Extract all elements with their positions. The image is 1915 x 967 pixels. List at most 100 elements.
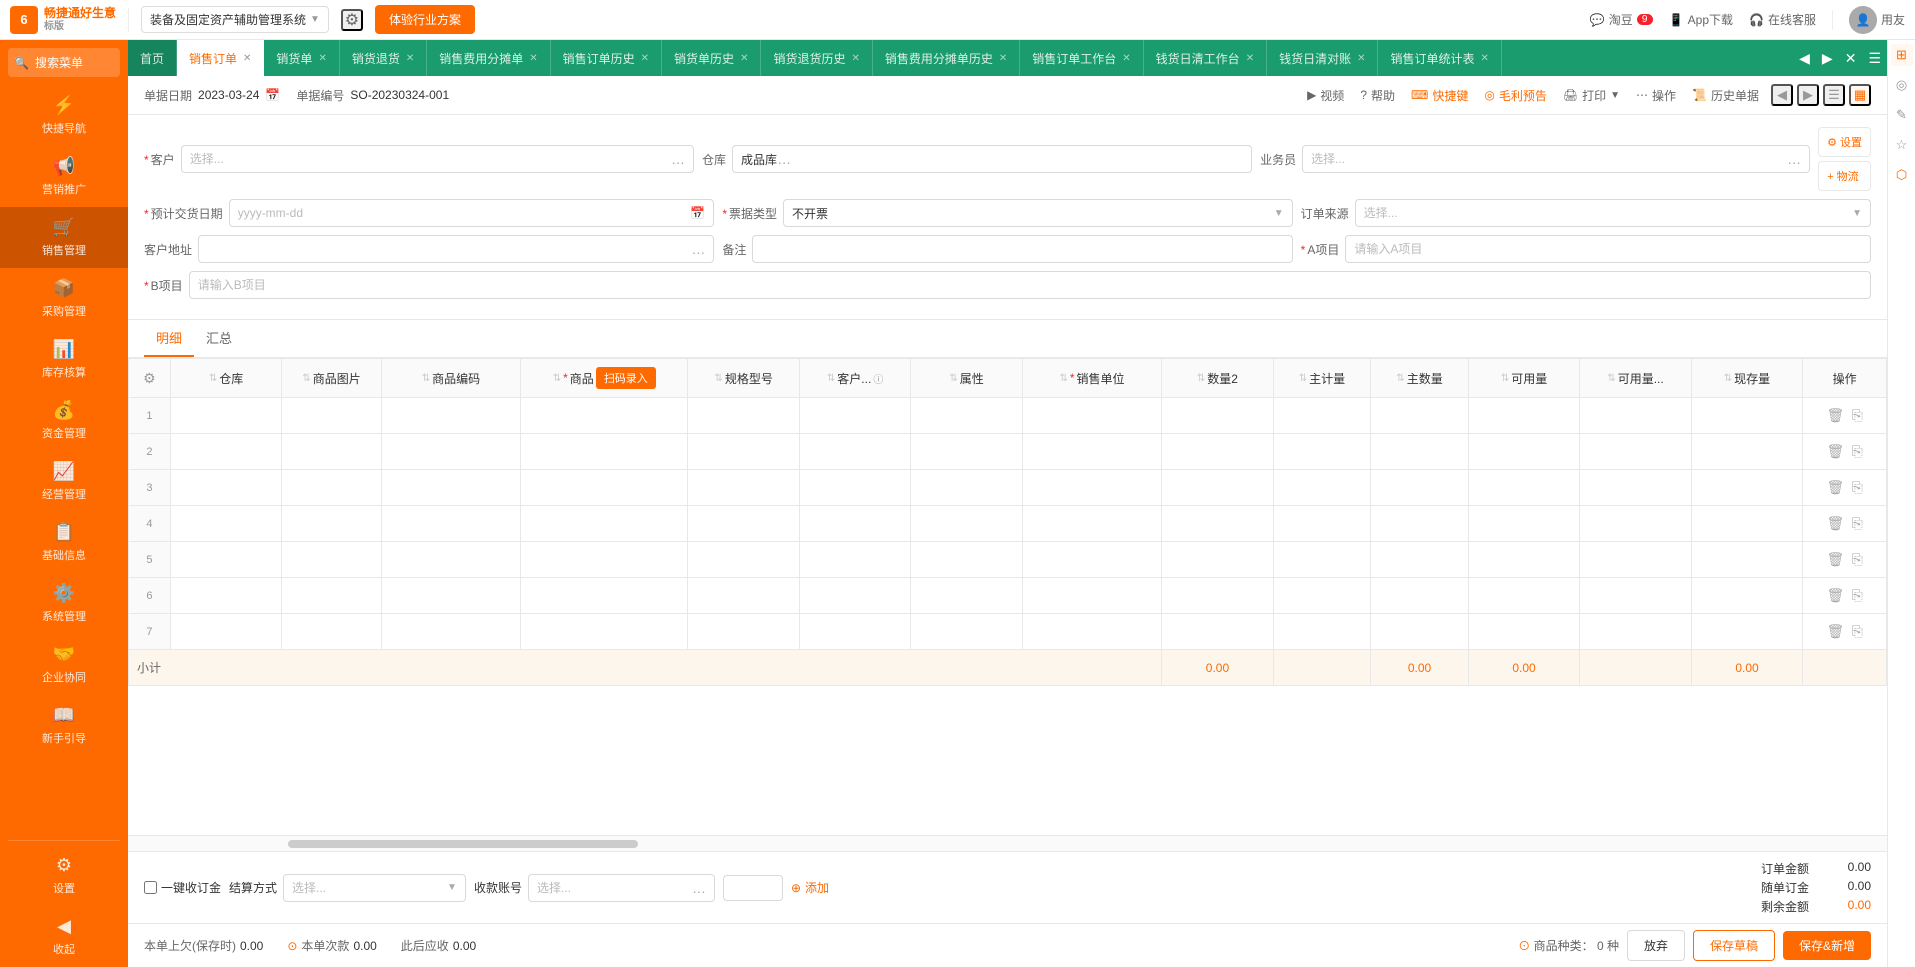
message-center[interactable]: 💬 淘豆 9	[1590, 11, 1653, 28]
delete-row-2-button[interactable]: 🗑	[1824, 441, 1846, 462]
cell-code-1[interactable]	[381, 398, 520, 434]
user-menu[interactable]: 👤 用友	[1849, 6, 1905, 34]
cell-main-unit-2[interactable]	[1273, 434, 1371, 470]
prev-record-button[interactable]: ◀	[1771, 84, 1793, 106]
cell-avail-7[interactable]	[1468, 614, 1579, 650]
cell-image-4[interactable]	[282, 506, 382, 542]
view-toggle-form-button[interactable]: ▦	[1849, 84, 1871, 106]
cell-avail2-7[interactable]	[1580, 614, 1691, 650]
tab-close-sales-invoice[interactable]: ✕	[318, 53, 326, 64]
cell-spec-7[interactable]	[688, 614, 799, 650]
copy-row-7-button[interactable]: ⎘	[1850, 621, 1865, 642]
col-main-qty[interactable]: ⇅主数量	[1371, 359, 1469, 398]
tab-close-sales-fee[interactable]: ✕	[529, 53, 537, 64]
sidebar-item-system[interactable]: ⚙️ 系统管理	[0, 573, 128, 634]
cell-unit-2[interactable]	[1022, 434, 1161, 470]
cell-qty2-4[interactable]	[1162, 506, 1273, 542]
salesperson-more-icon[interactable]: …	[1787, 151, 1801, 167]
sidebar-item-basic[interactable]: 📋 基础信息	[0, 512, 128, 573]
tab-home[interactable]: 首页	[128, 40, 177, 76]
account-input[interactable]	[537, 881, 692, 895]
tab-close-current-button[interactable]: ✕	[1839, 50, 1863, 67]
tab-sales-order[interactable]: 销售订单 ✕	[177, 40, 264, 76]
solution-button[interactable]: 体验行业方案	[375, 5, 475, 34]
invoice-type-select[interactable]: 不开票 ▼	[783, 199, 1293, 227]
cell-avail2-1[interactable]	[1580, 398, 1691, 434]
cell-product-3[interactable]	[521, 470, 688, 506]
cell-attr-4[interactable]	[911, 506, 1022, 542]
cell-customer-6[interactable]	[799, 578, 910, 614]
cell-image-2[interactable]	[282, 434, 382, 470]
customer-address-text-input[interactable]	[207, 242, 691, 256]
cell-current-7[interactable]	[1691, 614, 1802, 650]
tab-sales-fee[interactable]: 销售费用分摊单 ✕	[427, 40, 550, 76]
payment-method-input[interactable]	[292, 881, 447, 895]
cell-customer-3[interactable]	[799, 470, 910, 506]
tab-close-cash-daily[interactable]: ✕	[1246, 53, 1254, 64]
history-button[interactable]: 📜 历史单据	[1688, 85, 1763, 106]
col-warehouse[interactable]: ⇅仓库	[170, 359, 281, 398]
cell-customer-1[interactable]	[799, 398, 910, 434]
sidebar-item-capital[interactable]: 💰 资金管理	[0, 390, 128, 451]
order-source-text-input[interactable]	[1364, 206, 1852, 220]
tab-summary[interactable]: 汇总	[194, 320, 244, 357]
tab-menu-button[interactable]: ☰	[1862, 50, 1887, 67]
cell-avail-6[interactable]	[1468, 578, 1579, 614]
settings-panel-button[interactable]: ⚙ 设置	[1818, 127, 1871, 157]
b-project-text-input[interactable]	[198, 278, 1862, 292]
sidebar-item-settings[interactable]: ⚙ 设置	[0, 845, 128, 906]
copy-row-1-button[interactable]: ⎘	[1850, 405, 1865, 426]
cell-avail2-5[interactable]	[1580, 542, 1691, 578]
sidebar-item-inventory[interactable]: 📊 库存核算	[0, 329, 128, 390]
cell-customer-7[interactable]	[799, 614, 910, 650]
cell-product-1[interactable]	[521, 398, 688, 434]
delete-row-4-button[interactable]: 🗑	[1824, 513, 1846, 534]
cell-spec-1[interactable]	[688, 398, 799, 434]
cell-image-6[interactable]	[282, 578, 382, 614]
right-tool-4[interactable]: ☆	[1891, 134, 1913, 156]
payment-amount-input[interactable]: 0.00	[723, 875, 783, 901]
col-avail-qty2[interactable]: ⇅可用量...	[1580, 359, 1691, 398]
cell-code-6[interactable]	[381, 578, 520, 614]
tab-sales-workbench[interactable]: 销售订单工作台 ✕	[1020, 40, 1143, 76]
cell-avail-3[interactable]	[1468, 470, 1579, 506]
cell-qty2-6[interactable]	[1162, 578, 1273, 614]
cell-unit-7[interactable]	[1022, 614, 1161, 650]
copy-row-4-button[interactable]: ⎘	[1850, 513, 1865, 534]
sidebar-item-guide[interactable]: 📖 新手引导	[0, 695, 128, 756]
cell-warehouse-2[interactable]	[170, 434, 281, 470]
tab-close-sales-order[interactable]: ✕	[243, 53, 251, 64]
scan-entry-button[interactable]: 扫码录入	[596, 367, 656, 389]
copy-row-6-button[interactable]: ⎘	[1850, 585, 1865, 606]
account-more-icon[interactable]: …	[692, 880, 706, 896]
cell-qty2-1[interactable]	[1162, 398, 1273, 434]
sidebar-item-operations[interactable]: 📈 经营管理	[0, 451, 128, 512]
shortcut-button[interactable]: ⌨ 快捷键	[1407, 85, 1472, 106]
cell-avail-1[interactable]	[1468, 398, 1579, 434]
cell-spec-3[interactable]	[688, 470, 799, 506]
cell-warehouse-7[interactable]	[170, 614, 281, 650]
cell-unit-3[interactable]	[1022, 470, 1161, 506]
cell-attr-1[interactable]	[911, 398, 1022, 434]
tab-prev-button[interactable]: ◀	[1793, 50, 1816, 67]
col-product-code[interactable]: ⇅商品编码	[381, 359, 520, 398]
cell-avail2-6[interactable]	[1580, 578, 1691, 614]
cell-qty2-3[interactable]	[1162, 470, 1273, 506]
col-avail-qty[interactable]: ⇅可用量	[1468, 359, 1579, 398]
delete-row-1-button[interactable]: 🗑	[1824, 405, 1846, 426]
cell-unit-6[interactable]	[1022, 578, 1161, 614]
delete-row-7-button[interactable]: 🗑	[1824, 621, 1846, 642]
payment-method-select[interactable]: ▼	[283, 874, 466, 902]
save-draft-button[interactable]: 保存草稿	[1693, 930, 1775, 961]
cell-attr-3[interactable]	[911, 470, 1022, 506]
quick-checkout-input[interactable]	[144, 881, 157, 894]
add-logistics-button[interactable]: + 物流	[1818, 161, 1871, 191]
cell-main-unit-1[interactable]	[1273, 398, 1371, 434]
col-spec[interactable]: ⇅规格型号	[688, 359, 799, 398]
cell-avail-4[interactable]	[1468, 506, 1579, 542]
cell-product-5[interactable]	[521, 542, 688, 578]
cell-main-qty-5[interactable]	[1371, 542, 1469, 578]
save-new-button[interactable]: 保存&新增	[1783, 931, 1871, 960]
cell-avail2-4[interactable]	[1580, 506, 1691, 542]
profit-button[interactable]: ◎ 毛利预告	[1480, 85, 1551, 106]
